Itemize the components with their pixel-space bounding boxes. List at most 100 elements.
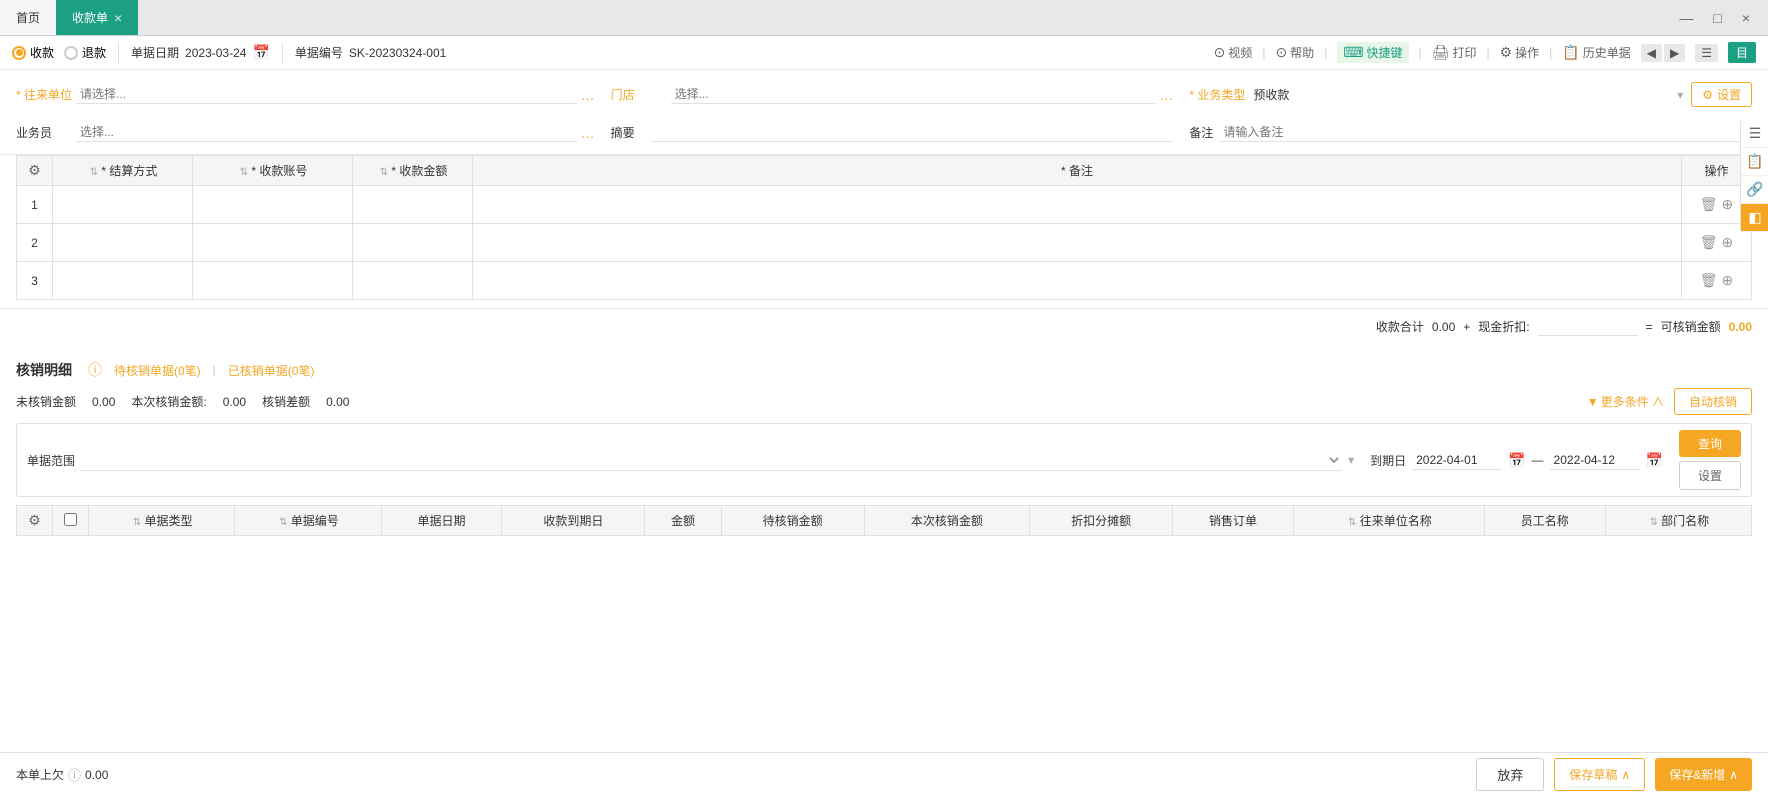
shortcut-label: 快捷键 bbox=[1367, 44, 1403, 61]
tab-close-icon[interactable]: × bbox=[114, 11, 122, 25]
draft-arrow-icon: ∧ bbox=[1621, 768, 1630, 782]
copy-btn-1[interactable]: ⊕ bbox=[1722, 196, 1734, 213]
history-label: 历史单据 bbox=[1583, 44, 1631, 61]
footer: 本单上欠 ⓘ 0.00 放弃 保存草稿 ∧ 保存&新增 ∧ bbox=[0, 752, 1768, 796]
setting-button[interactable]: ⚙ 设置 bbox=[1691, 82, 1752, 107]
row-amount-2[interactable] bbox=[353, 224, 473, 262]
history-btn[interactable]: 📋 历史单据 bbox=[1562, 44, 1630, 61]
veri-title: 核销明细 bbox=[16, 360, 72, 380]
help-icon: ⊙ bbox=[1275, 44, 1287, 61]
biztype-chevron-icon[interactable]: ▾ bbox=[1677, 88, 1683, 102]
date-from-calendar-icon[interactable]: 📅 bbox=[1508, 452, 1525, 469]
radio-refund[interactable]: 退款 bbox=[64, 44, 106, 61]
copy-btn-2[interactable]: ⊕ bbox=[1722, 234, 1734, 251]
delete-btn-1[interactable]: 🗑 bbox=[1700, 196, 1718, 213]
range-chevron-icon[interactable]: ▾ bbox=[1348, 453, 1354, 467]
row-amount-1[interactable] bbox=[353, 186, 473, 224]
save-btn[interactable]: 保存&新增 ∧ bbox=[1655, 758, 1752, 791]
side-icon-4-active[interactable]: ◧ bbox=[1741, 204, 1768, 232]
bottom-gear-icon[interactable]: ⚙ bbox=[28, 512, 41, 528]
draft-btn[interactable]: 保存草稿 ∧ bbox=[1554, 758, 1645, 791]
veri-info-icon[interactable]: ⓘ bbox=[88, 360, 102, 380]
discount-input[interactable] bbox=[1538, 317, 1638, 336]
shortcut-icon: ⌨ bbox=[1343, 44, 1363, 61]
col-current-label: 本次核销金额 bbox=[911, 514, 983, 528]
operation-btn[interactable]: ⚙ 操作 bbox=[1500, 44, 1540, 61]
query-btn[interactable]: 查询 bbox=[1679, 430, 1741, 457]
print-btn[interactable]: 🖨 打印 bbox=[1432, 44, 1477, 61]
employee-more-icon[interactable]: … bbox=[581, 125, 595, 141]
auto-verify-btn[interactable]: 自动核销 bbox=[1674, 388, 1752, 415]
side-icon-2[interactable]: 📋 bbox=[1741, 148, 1768, 176]
radio-group: 收款 退款 bbox=[12, 44, 106, 61]
form-section: * 往来单位 … 门店 … * 业务类型 预收款 ▾ ⚙ 设置 业务员 … 摘要 bbox=[0, 70, 1768, 155]
row-amount-3[interactable] bbox=[353, 262, 473, 300]
more-conditions-btn[interactable]: ▼ 更多条件 ∧ bbox=[1587, 393, 1664, 410]
side-icon-3[interactable]: 🔗 bbox=[1741, 176, 1768, 204]
filter-btns: 查询 设置 bbox=[1679, 430, 1741, 490]
calendar-icon[interactable]: 📅 bbox=[252, 44, 269, 61]
counterpart-more-icon[interactable]: … bbox=[581, 87, 595, 103]
form-view-btn[interactable]: 目 bbox=[1728, 42, 1756, 63]
tab-active[interactable]: 收款单 × bbox=[56, 0, 138, 35]
summary-input[interactable] bbox=[651, 123, 1174, 142]
arrow-left-btn[interactable]: ◀ bbox=[1641, 44, 1662, 62]
row-payment-1[interactable] bbox=[53, 186, 193, 224]
store-more-icon[interactable]: … bbox=[1159, 87, 1173, 103]
pending-tab[interactable]: 待核销单据(0笔) bbox=[114, 362, 201, 379]
radio-income[interactable]: 收款 bbox=[12, 44, 54, 61]
shortcut-btn[interactable]: ⌨ 快捷键 bbox=[1337, 42, 1408, 63]
employee-input[interactable] bbox=[76, 123, 577, 142]
win-maximize-btn[interactable]: □ bbox=[1707, 8, 1727, 28]
row-account-1[interactable] bbox=[193, 186, 353, 224]
delete-btn-2[interactable]: 🗑 bbox=[1700, 234, 1718, 251]
toolbar-date-field: 单据日期 2023-03-24 📅 bbox=[131, 44, 270, 61]
setting-label: 设置 bbox=[1717, 86, 1741, 103]
col-number-label: 单据编号 bbox=[291, 514, 339, 528]
summary-label: 摘要 bbox=[611, 124, 651, 141]
row-payment-2[interactable] bbox=[53, 224, 193, 262]
counterpart-input[interactable] bbox=[76, 85, 577, 104]
win-close-btn[interactable]: × bbox=[1736, 8, 1756, 28]
radio-income-label: 收款 bbox=[30, 44, 54, 61]
store-input[interactable] bbox=[671, 85, 1156, 104]
date-to-input[interactable] bbox=[1550, 451, 1640, 470]
row-account-3[interactable] bbox=[193, 262, 353, 300]
list-view-btn[interactable]: ☰ bbox=[1695, 44, 1718, 62]
copy-btn-3[interactable]: ⊕ bbox=[1722, 272, 1734, 289]
arrow-right-btn[interactable]: ▶ bbox=[1664, 44, 1685, 62]
side-icon-1[interactable]: ☰ bbox=[1741, 120, 1768, 148]
tab-home[interactable]: 首页 bbox=[0, 0, 56, 35]
row-payment-3[interactable] bbox=[53, 262, 193, 300]
date-label: 单据日期 bbox=[131, 44, 179, 61]
win-minimize-btn[interactable]: — bbox=[1673, 8, 1699, 28]
bottom-col-due-date: 收款到期日 bbox=[502, 506, 645, 536]
biztype-row: * 业务类型 预收款 ▾ ⚙ 设置 bbox=[1173, 78, 1752, 111]
row-remark-2[interactable] bbox=[473, 224, 1682, 262]
veri-right: ▼ 更多条件 ∧ 自动核销 bbox=[1587, 388, 1752, 415]
row-account-2[interactable] bbox=[193, 224, 353, 262]
col-account-header: ⇅ * 收款账号 bbox=[193, 156, 353, 186]
employee-label: 业务员 bbox=[16, 124, 76, 141]
select-all-checkbox[interactable] bbox=[64, 513, 77, 526]
remark-input[interactable] bbox=[1219, 123, 1752, 142]
delete-btn-3[interactable]: 🗑 bbox=[1700, 272, 1718, 289]
tab-home-label: 首页 bbox=[16, 9, 40, 26]
done-tab[interactable]: 已核销单据(0笔) bbox=[228, 362, 315, 379]
date-from-input[interactable] bbox=[1412, 451, 1502, 470]
abandon-btn[interactable]: 放弃 bbox=[1476, 758, 1544, 791]
video-btn[interactable]: ⊙ 视频 bbox=[1214, 44, 1253, 61]
footer-info: 本单上欠 ⓘ 0.00 bbox=[16, 765, 108, 784]
help-btn[interactable]: ⊙ 帮助 bbox=[1275, 44, 1314, 61]
row-remark-3[interactable] bbox=[473, 262, 1682, 300]
col-pending-label: 待核销金额 bbox=[763, 514, 823, 528]
store-label: 门店 bbox=[611, 86, 671, 103]
this-order-info-icon[interactable]: ⓘ bbox=[68, 765, 81, 784]
date-to-calendar-icon[interactable]: 📅 bbox=[1646, 452, 1663, 469]
filter-range-select[interactable] bbox=[81, 450, 1342, 471]
filter-setting-btn[interactable]: 设置 bbox=[1679, 461, 1741, 490]
available-label: 可核销金额 bbox=[1661, 318, 1721, 335]
toolbar-separator2 bbox=[282, 43, 283, 63]
row-remark-1[interactable] bbox=[473, 186, 1682, 224]
table-gear-icon[interactable]: ⚙ bbox=[28, 162, 41, 178]
